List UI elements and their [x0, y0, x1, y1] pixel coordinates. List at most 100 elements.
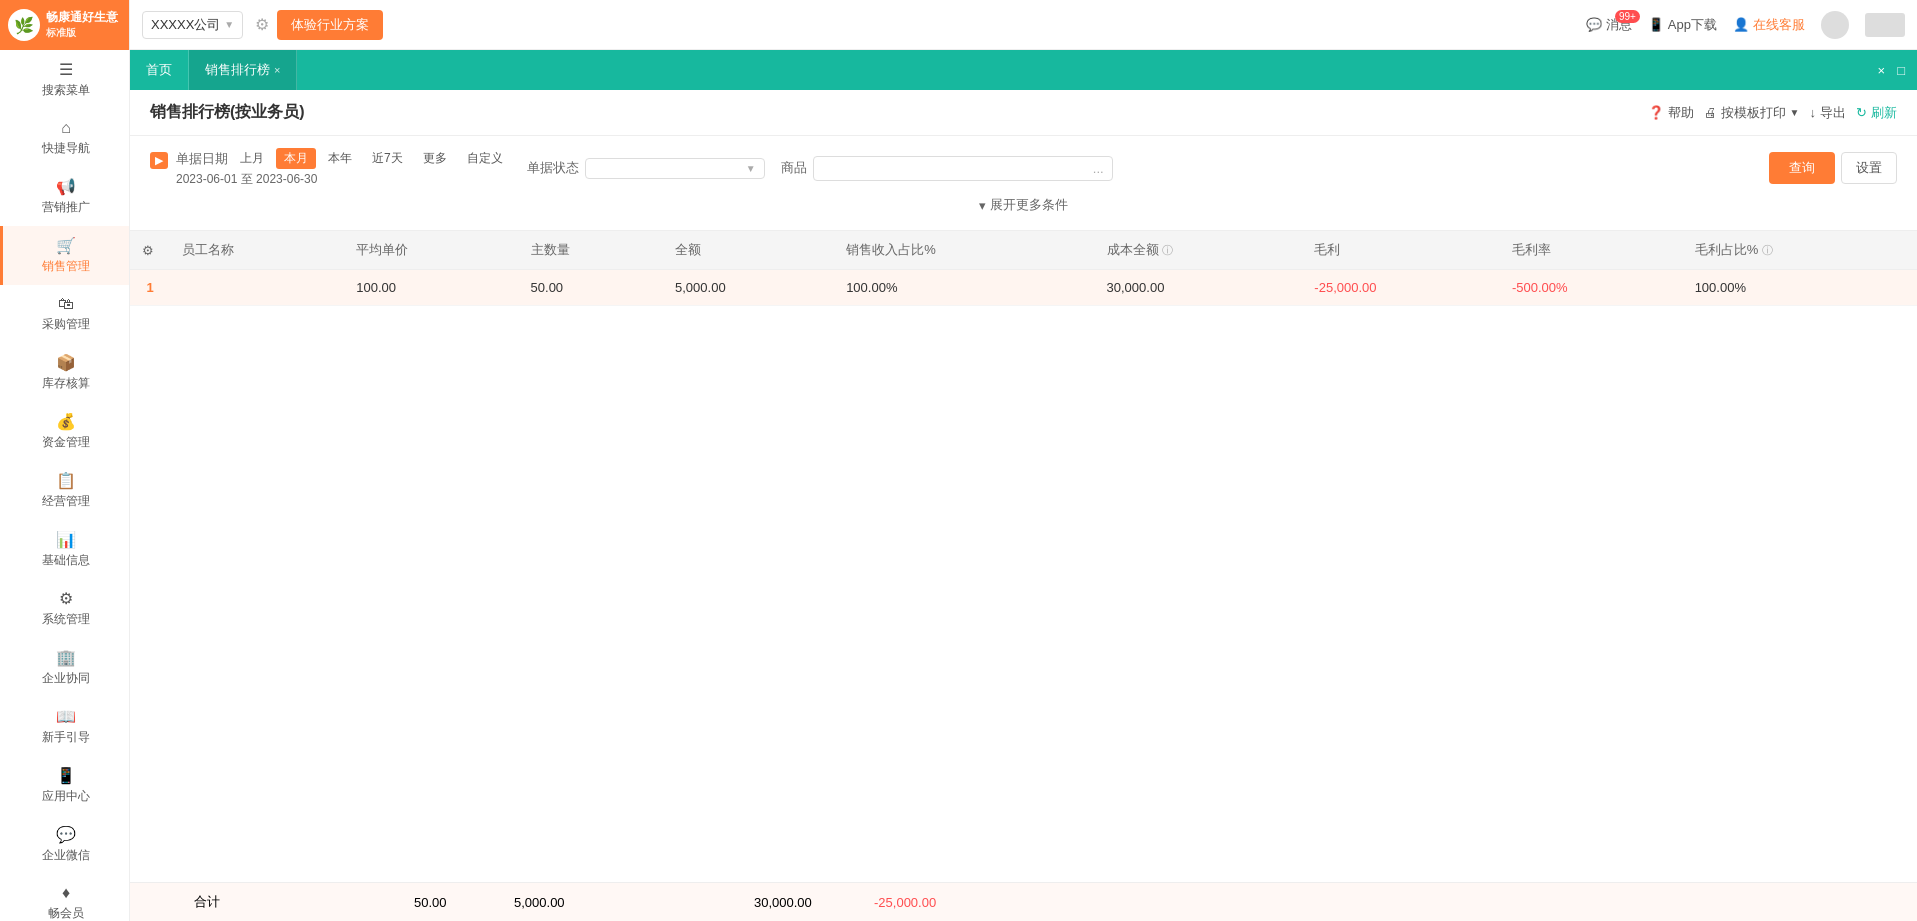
window-close-icon[interactable]: ×	[1878, 63, 1886, 78]
main-area: XXXXX公司 ▼ ⚙ 体验行业方案 💬 消息 99+ 📱 App下载 👤 在线…	[130, 0, 1917, 921]
app-download-icon: 📱	[1648, 17, 1664, 32]
date-option-this-month[interactable]: 本月	[276, 148, 316, 169]
topbar: XXXXX公司 ▼ ⚙ 体验行业方案 💬 消息 99+ 📱 App下载 👤 在线…	[130, 0, 1917, 50]
sidebar-label-guide: 新手引导	[42, 729, 90, 746]
service-icon: 👤	[1733, 17, 1749, 32]
app-download-label: App下载	[1668, 16, 1717, 34]
sidebar-item-purchase[interactable]: 🛍 采购管理	[0, 285, 129, 343]
refresh-button[interactable]: ↻ 刷新	[1856, 104, 1897, 122]
user-name-placeholder	[1865, 13, 1905, 37]
date-option-custom[interactable]: 自定义	[459, 148, 511, 169]
total-cost: 30,000.00	[742, 895, 862, 910]
company-selector[interactable]: XXXXX公司 ▼	[142, 11, 243, 39]
help-icon: ❓	[1648, 105, 1664, 120]
export-button[interactable]: ↓ 导出	[1810, 104, 1847, 122]
date-option-this-year[interactable]: 本年	[320, 148, 360, 169]
total-amount: 5,000.00	[502, 895, 622, 910]
sidebar-item-marketing[interactable]: 📢 营销推广	[0, 167, 129, 226]
cell-gross: -25,000.00	[1302, 270, 1500, 306]
online-service-button[interactable]: 👤 在线客服	[1733, 16, 1805, 34]
logo-icon: 🌿	[8, 9, 40, 41]
total-row: 合计 50.00 5,000.00 30,000.00 -25,000.00	[142, 893, 1905, 911]
sidebar-item-finance[interactable]: 💰 资金管理	[0, 402, 129, 461]
expand-more-button[interactable]: ▾ 展开更多条件	[979, 196, 1068, 214]
window-restore-icon[interactable]: □	[1897, 63, 1905, 78]
print-icon: 🖨	[1704, 105, 1717, 120]
table-footer: 合计 50.00 5,000.00 30,000.00 -25,000.00	[130, 882, 1917, 921]
sidebar-label-app-center: 应用中心	[42, 788, 90, 805]
user-avatar[interactable]	[1821, 11, 1849, 39]
tab-sales-ranking[interactable]: 销售排行榜 ×	[189, 50, 297, 90]
gross-pct-info-icon[interactable]: ⓘ	[1762, 244, 1773, 256]
expand-row: ▾ 展开更多条件	[150, 188, 1897, 218]
help-button[interactable]: ❓ 帮助	[1648, 104, 1694, 122]
tab-home[interactable]: 首页	[130, 50, 189, 90]
column-settings-button[interactable]: 设置	[1841, 152, 1897, 184]
message-icon: 💬	[1586, 17, 1602, 32]
sidebar-item-operations[interactable]: 📋 经营管理	[0, 461, 129, 520]
cell-gross-pct: 100.00%	[1683, 270, 1917, 306]
date-filter-label: 单据日期	[176, 150, 228, 168]
page-actions: ❓ 帮助 🖨 按模板打印 ▼ ↓ 导出 ↻ 刷新	[1648, 104, 1897, 122]
topbar-settings-icon[interactable]: ⚙	[255, 15, 269, 34]
date-option-7days[interactable]: 近7天	[364, 148, 411, 169]
status-filter-label: 单据状态	[527, 159, 579, 177]
sidebar-label-quick-nav: 快捷导航	[42, 140, 90, 157]
sidebar-label-system: 系统管理	[42, 611, 90, 628]
sidebar-item-app-center[interactable]: 📱 应用中心	[0, 756, 129, 815]
sidebar-item-sales[interactable]: 🛒 销售管理	[0, 226, 129, 285]
purchase-icon: 🛍	[58, 295, 74, 313]
trial-button[interactable]: 体验行业方案	[277, 10, 383, 40]
app-center-icon: 📱	[56, 766, 76, 785]
sidebar-label-sales: 销售管理	[42, 258, 90, 275]
enterprise-icon: 🏢	[56, 648, 76, 667]
total-main-qty: 50.00	[402, 895, 502, 910]
cost-info-icon[interactable]: ⓘ	[1162, 244, 1173, 256]
sidebar-label-basic-info: 基础信息	[42, 552, 90, 569]
expand-more-label: 展开更多条件	[990, 196, 1068, 214]
print-button[interactable]: 🖨 按模板打印 ▼	[1704, 104, 1800, 122]
settings-gear-icon: ⚙	[142, 243, 154, 258]
th-settings[interactable]: ⚙	[130, 231, 170, 270]
page-header: 销售排行榜(按业务员) ❓ 帮助 🖨 按模板打印 ▼ ↓ 导出 ↻ 刷新	[130, 90, 1917, 136]
cell-avg-price: 100.00	[344, 270, 518, 306]
expand-down-icon: ▾	[979, 198, 986, 213]
member-icon: ♦	[62, 884, 70, 902]
sidebar-item-guide[interactable]: 📖 新手引导	[0, 697, 129, 756]
date-option-more[interactable]: 更多	[415, 148, 455, 169]
query-button[interactable]: 查询	[1769, 152, 1835, 184]
date-option-last-month[interactable]: 上月	[232, 148, 272, 169]
sidebar-item-quick-nav[interactable]: ⌂ 快捷导航	[0, 109, 129, 167]
total-label: 合计	[182, 893, 302, 911]
sidebar-label-member: 畅会员	[48, 905, 84, 921]
company-dropdown-arrow: ▼	[224, 19, 234, 30]
th-avg-price: 平均单价	[344, 231, 518, 270]
sidebar-item-wechat[interactable]: 💬 企业微信	[0, 815, 129, 874]
sidebar-item-search[interactable]: ☰ 搜索菜单	[0, 50, 129, 109]
app-name: 畅康通好生意	[46, 10, 118, 26]
sidebar-item-member[interactable]: ♦ 畅会员	[0, 874, 129, 921]
app-download-button[interactable]: 📱 App下载	[1648, 16, 1717, 34]
sidebar-label-search: 搜索菜单	[42, 82, 90, 99]
sidebar-item-enterprise[interactable]: 🏢 企业协同	[0, 638, 129, 697]
tab-close-icon[interactable]: ×	[274, 64, 280, 76]
sidebar-item-basic-info[interactable]: 📊 基础信息	[0, 520, 129, 579]
message-button[interactable]: 💬 消息 99+	[1586, 16, 1632, 34]
service-label: 在线客服	[1753, 16, 1805, 34]
th-main-qty: 主数量	[519, 231, 663, 270]
cell-rank: 1	[130, 270, 170, 306]
sidebar-label-wechat: 企业微信	[42, 847, 90, 864]
sidebar-label-operations: 经营管理	[42, 493, 90, 510]
sidebar-item-system[interactable]: ⚙ 系统管理	[0, 579, 129, 638]
date-filter-options: 单据日期 上月 本月 本年 近7天 更多 自定义	[176, 148, 511, 169]
goods-input[interactable]: ...	[813, 156, 1113, 181]
status-select[interactable]: ▼	[585, 158, 765, 179]
cell-employee-name	[170, 270, 344, 306]
marketing-icon: 📢	[56, 177, 76, 196]
sidebar-label-purchase: 采购管理	[42, 316, 90, 333]
sidebar-item-inventory[interactable]: 📦 库存核算	[0, 343, 129, 402]
expand-arrow[interactable]: ▶	[150, 152, 168, 169]
filter-action-buttons: 查询 设置	[1769, 152, 1897, 184]
goods-filter-label: 商品	[781, 159, 807, 177]
export-icon: ↓	[1810, 105, 1817, 120]
